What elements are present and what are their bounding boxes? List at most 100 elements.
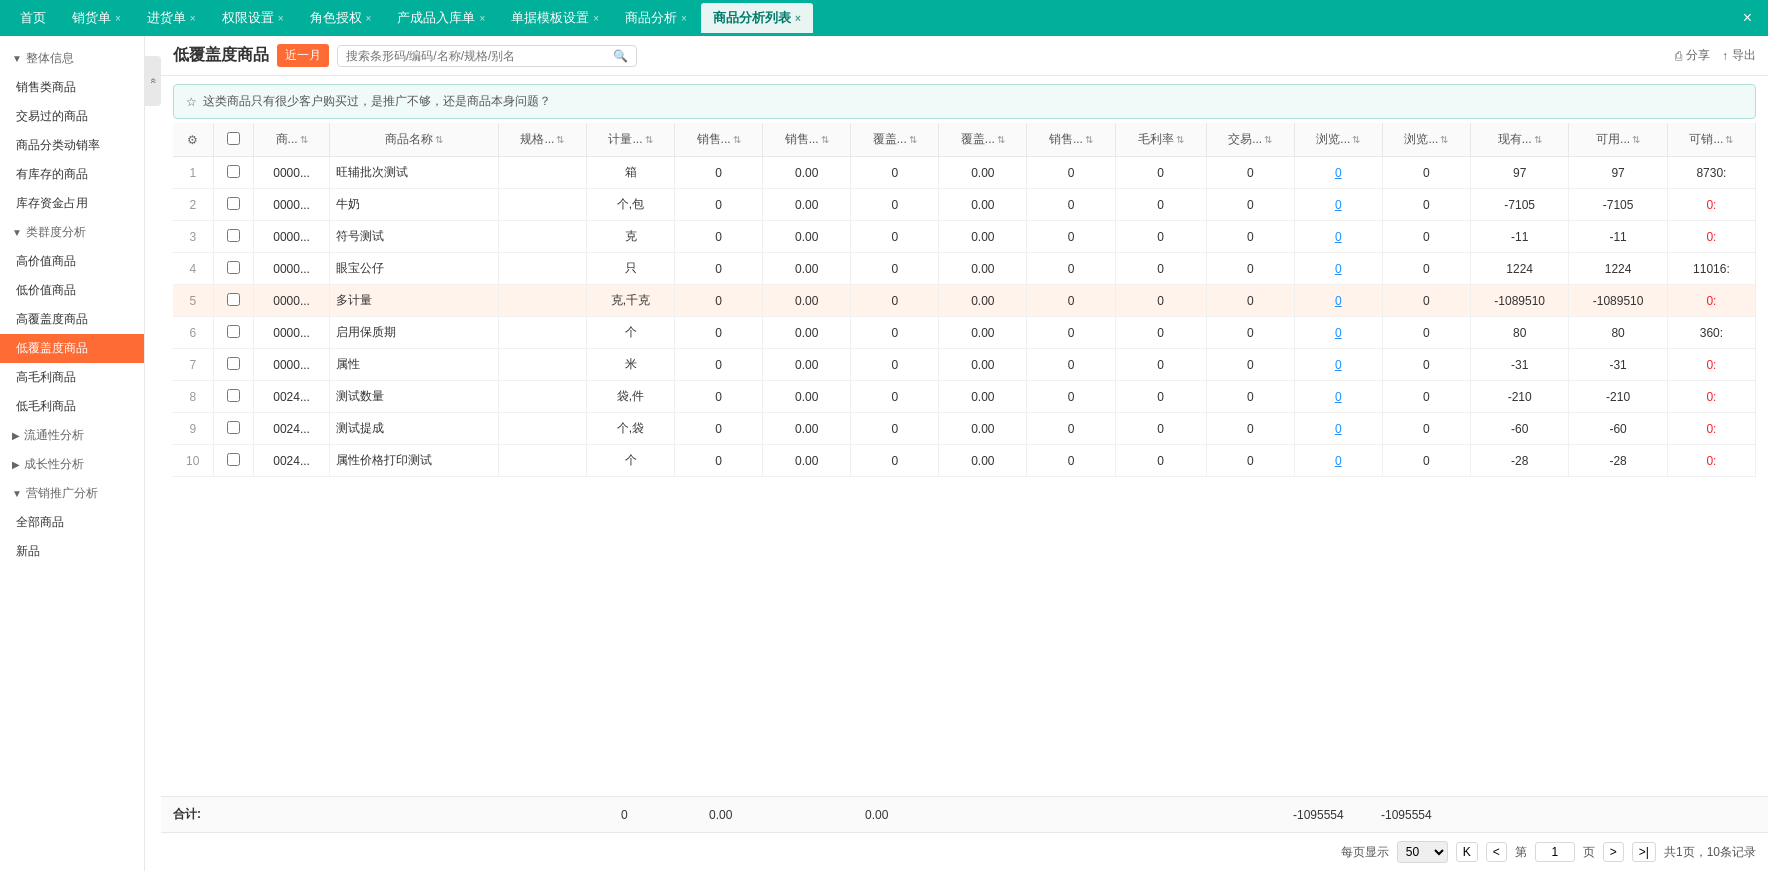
spec-col-header[interactable]: 规格...⇅ <box>498 123 586 157</box>
nav-goods-analysis[interactable]: 商品分析 × <box>613 3 699 33</box>
checkbox-col-header[interactable] <box>213 123 253 157</box>
table-row: 50000...多计量克,千克00.0000.0000000-1089510-1… <box>173 285 1756 317</box>
sidebar-section-liquidity[interactable]: ▶ 流通性分析 <box>0 421 144 450</box>
saleable-col-header[interactable]: 可销...⇅ <box>1667 123 1755 157</box>
table-row: 90024...测试提成个,袋00.0000.0000000-60-600: <box>173 413 1756 445</box>
row-checkbox[interactable] <box>213 221 253 253</box>
browse2-col-header[interactable]: 浏览...⇅ <box>1382 123 1470 157</box>
sidebar-item-high-coverage[interactable]: 高覆盖度商品 <box>0 305 144 334</box>
row-name: 旺辅批次测试 <box>330 157 498 189</box>
sidebar-item-low-margin[interactable]: 低毛利商品 <box>0 392 144 421</box>
nav-role-auth[interactable]: 角色授权 × <box>298 3 384 33</box>
row-coverage1: 0 <box>851 445 939 477</box>
nav-sales-order[interactable]: 销货单 × <box>60 3 133 33</box>
row-gross-margin: 0 <box>1115 349 1206 381</box>
row-available: -1089510 <box>1569 285 1667 317</box>
date-filter-button[interactable]: 近一月 <box>277 44 329 67</box>
per-page-select[interactable]: 50 100 200 <box>1397 841 1448 863</box>
export-button[interactable]: ↑ 导出 <box>1722 47 1756 64</box>
nav-goods-analysis-list[interactable]: 商品分析列表 × <box>701 3 813 33</box>
next-page-button[interactable]: > <box>1603 842 1624 862</box>
sidebar-item-sales-goods[interactable]: 销售类商品 <box>0 73 144 102</box>
nav-close-template-settings[interactable]: × <box>593 13 599 24</box>
row-checkbox[interactable] <box>213 445 253 477</box>
coverage2-col-header[interactable]: 覆盖...⇅ <box>939 123 1027 157</box>
sidebar-section-growth[interactable]: ▶ 成长性分析 <box>0 450 144 479</box>
row-unit: 米 <box>586 349 674 381</box>
info-banner: ☆ 这类商品只有很少客户购买过，是推广不够，还是商品本身问题？ <box>173 84 1756 119</box>
sales-qty-col-header[interactable]: 销售...⇅ <box>675 123 763 157</box>
row-checkbox[interactable] <box>213 157 253 189</box>
sidebar-item-low-value[interactable]: 低价值商品 <box>0 276 144 305</box>
nav-template-settings[interactable]: 单据模板设置 × <box>499 3 611 33</box>
gross-margin-col-header[interactable]: 毛利率⇅ <box>1115 123 1206 157</box>
first-page-button[interactable]: K <box>1456 842 1478 862</box>
row-checkbox[interactable] <box>213 317 253 349</box>
sales-rate-col-header[interactable]: 销售...⇅ <box>1027 123 1115 157</box>
nav-close-goods-analysis-list[interactable]: × <box>795 13 801 24</box>
sidebar-item-high-margin[interactable]: 高毛利商品 <box>0 363 144 392</box>
row-gross-margin: 0 <box>1115 445 1206 477</box>
row-available: -210 <box>1569 381 1667 413</box>
sidebar-collapse-button[interactable]: « <box>145 56 161 106</box>
nav-purchase-order[interactable]: 进货单 × <box>135 3 208 33</box>
row-checkbox[interactable] <box>213 189 253 221</box>
prev-page-button[interactable]: < <box>1486 842 1507 862</box>
unit-col-header[interactable]: 计量...⇅ <box>586 123 674 157</box>
settings-icon[interactable]: ⚙ <box>187 133 198 147</box>
sidebar-item-low-coverage[interactable]: 低覆盖度商品 <box>0 334 144 363</box>
sidebar-item-stocked-goods[interactable]: 有库存的商品 <box>0 160 144 189</box>
coverage1-col-header[interactable]: 覆盖...⇅ <box>851 123 939 157</box>
row-spec <box>498 253 586 285</box>
page-label: 第 <box>1515 844 1527 861</box>
row-current-stock: 97 <box>1470 157 1568 189</box>
nav-close-role-auth[interactable]: × <box>366 13 372 24</box>
sales-amt-col-header[interactable]: 销售...⇅ <box>763 123 851 157</box>
row-sales-amt: 0.00 <box>763 317 851 349</box>
row-sales-amt: 0.00 <box>763 349 851 381</box>
row-number: 8 <box>173 381 213 413</box>
search-input[interactable] <box>346 49 609 63</box>
nav-close-purchase-order[interactable]: × <box>190 13 196 24</box>
row-name: 属性 <box>330 349 498 381</box>
nav-close-sales-order[interactable]: × <box>115 13 121 24</box>
nav-close-finished-goods[interactable]: × <box>479 13 485 24</box>
nav-close-goods-analysis[interactable]: × <box>681 13 687 24</box>
row-code: 0000... <box>253 253 330 285</box>
nav-finished-goods[interactable]: 产成品入库单 × <box>385 3 497 33</box>
sidebar-item-all-goods[interactable]: 全部商品 <box>0 508 144 537</box>
last-page-button[interactable]: >| <box>1632 842 1656 862</box>
row-spec <box>498 221 586 253</box>
page-number-input[interactable] <box>1535 842 1575 862</box>
sidebar-item-traded-goods[interactable]: 交易过的商品 <box>0 102 144 131</box>
row-sales-qty: 0 <box>675 445 763 477</box>
window-close-button[interactable]: × <box>1735 5 1760 31</box>
row-checkbox[interactable] <box>213 285 253 317</box>
sidebar-section-marketing[interactable]: ▼ 营销推广分析 <box>0 479 144 508</box>
row-sales-amt: 0.00 <box>763 413 851 445</box>
sidebar-item-category-turnover[interactable]: 商品分类动销率 <box>0 131 144 160</box>
code-col-header[interactable]: 商...⇅ <box>253 123 330 157</box>
name-col-header[interactable]: 商品名称⇅ <box>330 123 498 157</box>
current-stock-col-header[interactable]: 现有...⇅ <box>1470 123 1568 157</box>
sidebar-item-inventory-capital[interactable]: 库存资金占用 <box>0 189 144 218</box>
settings-col-header[interactable]: ⚙ <box>173 123 213 157</box>
row-checkbox[interactable] <box>213 253 253 285</box>
table-row: 10000...旺辅批次测试箱00.0000.000000097978730: <box>173 157 1756 189</box>
row-checkbox[interactable] <box>213 381 253 413</box>
row-gross-margin: 0 <box>1115 413 1206 445</box>
sidebar-item-new-goods[interactable]: 新品 <box>0 537 144 566</box>
sidebar-section-overall[interactable]: ▼ 整体信息 <box>0 44 144 73</box>
sidebar-section-cluster[interactable]: ▼ 类群度分析 <box>0 218 144 247</box>
nav-close-permission-settings[interactable]: × <box>278 13 284 24</box>
available-col-header[interactable]: 可用...⇅ <box>1569 123 1667 157</box>
browse1-col-header[interactable]: 浏览...⇅ <box>1294 123 1382 157</box>
row-checkbox[interactable] <box>213 413 253 445</box>
nav-permission-settings[interactable]: 权限设置 × <box>210 3 296 33</box>
nav-home[interactable]: 首页 <box>8 3 58 33</box>
select-all-checkbox[interactable] <box>227 132 240 145</box>
sidebar-item-high-value[interactable]: 高价值商品 <box>0 247 144 276</box>
trade-col-header[interactable]: 交易...⇅ <box>1206 123 1294 157</box>
row-checkbox[interactable] <box>213 349 253 381</box>
share-button[interactable]: ⎙ 分享 <box>1675 47 1710 64</box>
